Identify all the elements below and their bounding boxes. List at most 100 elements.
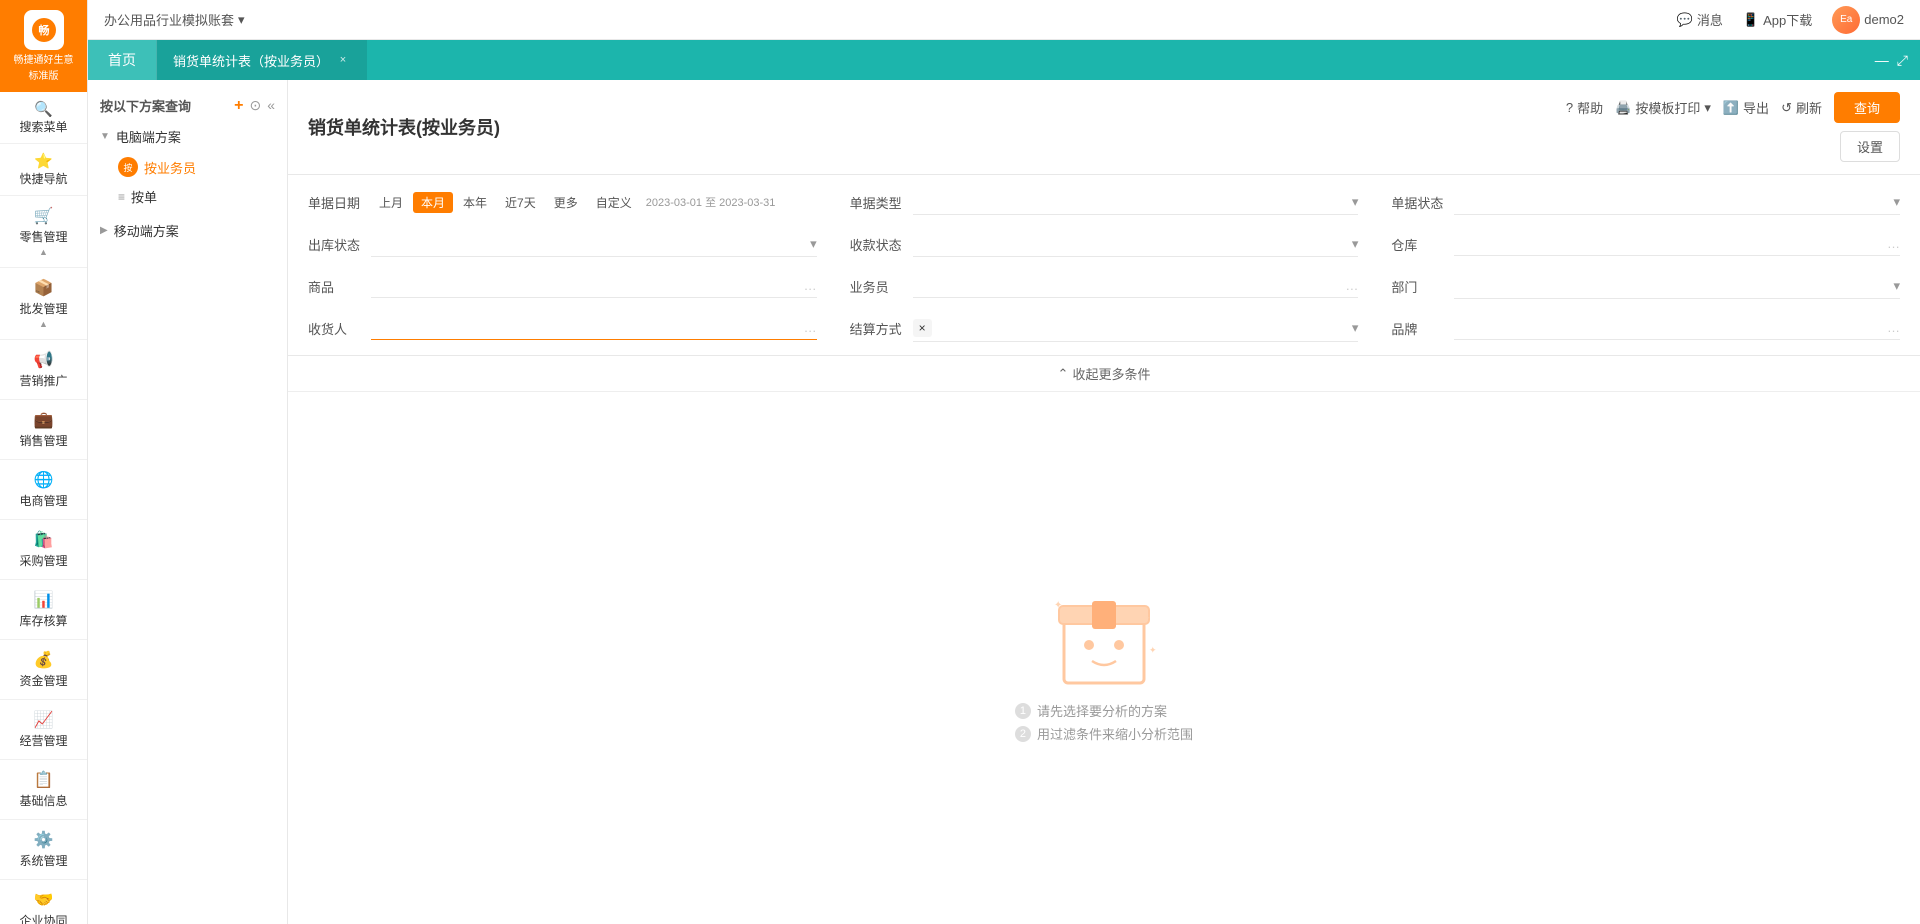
filter-item-dept: 部门 ▾	[1391, 274, 1900, 299]
sidebar-item-system[interactable]: ⚙️ 系统管理	[0, 820, 87, 880]
filter-dept-control[interactable]: ▾	[1454, 274, 1900, 299]
tree-item-by-order[interactable]: ≡ 按单	[88, 182, 287, 211]
sidebar-item-finance[interactable]: 💰 资金管理	[0, 640, 87, 700]
query-btn[interactable]: 查询	[1834, 92, 1900, 123]
window-minimize-btn[interactable]: —	[1875, 52, 1889, 68]
panel-header-actions: + ⊙ «	[234, 97, 275, 115]
dept-arrow-icon: ▾	[1893, 278, 1900, 294]
filter-row-4: 收货人 … 结算方式 × ▾	[308, 313, 1900, 343]
sidebar-item-basic[interactable]: 📋 基础信息	[0, 760, 87, 820]
filter-item-brand: 品牌 …	[1391, 316, 1900, 340]
page-actions: ? 帮助 🖨️ 按模板打印 ▾ ⬆️ 导出	[1566, 92, 1900, 123]
breadcrumb-text: 办公用品行业模拟账套	[104, 10, 234, 29]
filter-warehouse-label: 仓库	[1391, 235, 1446, 254]
filter-outstatus-control[interactable]: ▾	[371, 232, 817, 257]
sidebar-sales-label: 销售管理	[19, 432, 67, 449]
topbar-app-download-btn[interactable]: 📱 App下载	[1743, 10, 1812, 29]
export-btn[interactable]: ⬆️ 导出	[1723, 98, 1769, 117]
filter-type-control[interactable]: ▾	[913, 190, 1359, 215]
sales-icon: 💼	[34, 410, 54, 430]
user-avatar: Ea	[1832, 6, 1860, 34]
sidebar-item-shortcut[interactable]: ⭐ 快捷导航	[0, 144, 87, 196]
sidebar-item-ecommerce[interactable]: 🌐 电商管理	[0, 460, 87, 520]
sidebar-marketing-label: 营销推广	[19, 372, 67, 389]
filter-row-2: 出库状态 ▾ 收款状态 ▾ 仓库	[308, 229, 1900, 259]
date-tab-more[interactable]: 更多	[546, 192, 586, 213]
sidebar-logo: 畅 畅捷通好生意 标准版	[0, 0, 87, 92]
filter-brand-control[interactable]: …	[1454, 316, 1900, 340]
window-maximize-btn[interactable]: ⤢	[1897, 52, 1908, 69]
sidebar-wholesale-label: 批发管理	[19, 300, 67, 317]
tree-expand-icon: ▼	[100, 131, 110, 142]
filter-receiver-control[interactable]: …	[371, 316, 817, 340]
setting-btn[interactable]: 设置	[1840, 131, 1900, 162]
sidebar-item-retail[interactable]: 🛒 零售管理 ▲	[0, 196, 87, 268]
collapse-bar[interactable]: ⌃ 收起更多条件	[288, 356, 1920, 392]
filter-area: 单据日期 上月 本月 本年 近7天 更多 自定义 2023-03-01 至 20…	[288, 175, 1920, 356]
sidebar-item-search[interactable]: 🔍 搜索菜单	[0, 92, 87, 144]
print-btn[interactable]: 🖨️ 按模板打印 ▾	[1615, 98, 1711, 117]
ecommerce-icon: 🌐	[34, 470, 54, 490]
page-header: 销货单统计表(按业务员) ? 帮助 🖨️ 按模板打印	[288, 80, 1920, 175]
sidebar-item-operation[interactable]: 📈 经营管理	[0, 700, 87, 760]
left-panel: 按以下方案查询 + ⊙ « ▼ 电脑端方案 按 按业务员	[88, 80, 288, 924]
filter-warehouse-control[interactable]: …	[1454, 232, 1900, 256]
sidebar-item-sales[interactable]: 💼 销售管理	[0, 400, 87, 460]
filter-salesman-label: 业务员	[850, 277, 905, 296]
sidebar-inventory-label: 库存核算	[19, 612, 67, 629]
settlement-arrow-icon: ▾	[1352, 320, 1359, 336]
topbar-message-label: 消息	[1697, 10, 1723, 29]
date-tab-7days[interactable]: 近7天	[497, 192, 544, 213]
filter-date-control[interactable]: 上月 本月 本年 近7天 更多 自定义 2023-03-01 至 2023-03…	[371, 188, 775, 217]
tab-home-label: 首页	[108, 50, 136, 70]
goods-dots: …	[804, 278, 817, 293]
basic-icon: 📋	[34, 770, 54, 790]
topbar-user-btn[interactable]: Ea demo2	[1832, 6, 1904, 34]
marketing-icon: 📢	[34, 350, 54, 370]
tab-close-btn[interactable]: ×	[335, 52, 351, 68]
filter-settlement-control[interactable]: × ▾	[913, 315, 1359, 342]
tree-mobile-section[interactable]: ▶ 移动端方案	[88, 215, 287, 246]
topbar-message-btn[interactable]: 💬 消息	[1677, 10, 1723, 29]
sidebar-item-inventory[interactable]: 📊 库存核算	[0, 580, 87, 640]
tabbar: 首页 销货单统计表（按业务员） × — ⤢	[88, 40, 1920, 80]
filter-goods-control[interactable]: …	[371, 274, 817, 298]
date-tab-this-month[interactable]: 本月	[413, 192, 453, 213]
refresh-label: 刷新	[1796, 98, 1822, 117]
filter-settlement-label: 结算方式	[850, 319, 905, 338]
tree-item-by-salesman[interactable]: 按 按业务员	[88, 152, 287, 182]
date-tabs: 上月 本月 本年 近7天 更多 自定义	[371, 192, 640, 213]
topbar-breadcrumb[interactable]: 办公用品行业模拟账套 ▾	[104, 10, 245, 29]
sidebar-item-wholesale[interactable]: 📦 批发管理 ▲	[0, 268, 87, 340]
refresh-btn[interactable]: ↺ 刷新	[1781, 98, 1822, 117]
sidebar-item-purchase[interactable]: 🛍️ 采购管理	[0, 520, 87, 580]
sidebar-item-marketing[interactable]: 📢 营销推广	[0, 340, 87, 400]
retail-arrow-icon: ▲	[39, 247, 48, 257]
settlement-tag[interactable]: ×	[913, 319, 932, 337]
date-tab-this-year[interactable]: 本年	[455, 192, 495, 213]
tree-desktop-section[interactable]: ▼ 电脑端方案	[88, 121, 287, 152]
filter-salesman-control[interactable]: …	[913, 274, 1359, 298]
panel-collapse-btn[interactable]: «	[267, 97, 275, 115]
filter-paystatus-control[interactable]: ▾	[913, 232, 1359, 257]
panel-settings-btn[interactable]: ⊙	[249, 97, 261, 115]
collapse-label: 收起更多条件	[1072, 364, 1150, 383]
refresh-icon: ↺	[1781, 100, 1792, 116]
empty-step-2: 2 用过滤条件来缩小分析范围	[1015, 724, 1193, 743]
main-area: 办公用品行业模拟账套 ▾ 💬 消息 📱 App下载 Ea demo2 首页	[88, 0, 1920, 924]
tab-active[interactable]: 销货单统计表（按业务员） ×	[156, 40, 367, 80]
empty-text: 1 请先选择要分析的方案 2 用过滤条件来缩小分析范围	[1015, 701, 1193, 743]
help-btn[interactable]: ? 帮助	[1566, 98, 1603, 117]
filter-row-1: 单据日期 上月 本月 本年 近7天 更多 自定义 2023-03-01 至 20…	[308, 187, 1900, 217]
date-tab-custom[interactable]: 自定义	[588, 192, 640, 213]
tab-home[interactable]: 首页	[88, 40, 156, 80]
empty-svg: ✦ ✦ ✦	[1034, 573, 1174, 693]
sidebar-shortcut-label: 快捷导航	[6, 170, 81, 187]
export-icon: ⬆️	[1723, 100, 1739, 116]
panel-add-btn[interactable]: +	[234, 97, 243, 115]
date-tab-last-month[interactable]: 上月	[371, 192, 411, 213]
sidebar-item-enterprise[interactable]: 🤝 企业协同	[0, 880, 87, 924]
filter-status-control[interactable]: ▾	[1454, 190, 1900, 215]
filter-item-warehouse: 仓库 …	[1391, 232, 1900, 256]
sidebar-search-label: 搜索菜单	[6, 118, 81, 135]
